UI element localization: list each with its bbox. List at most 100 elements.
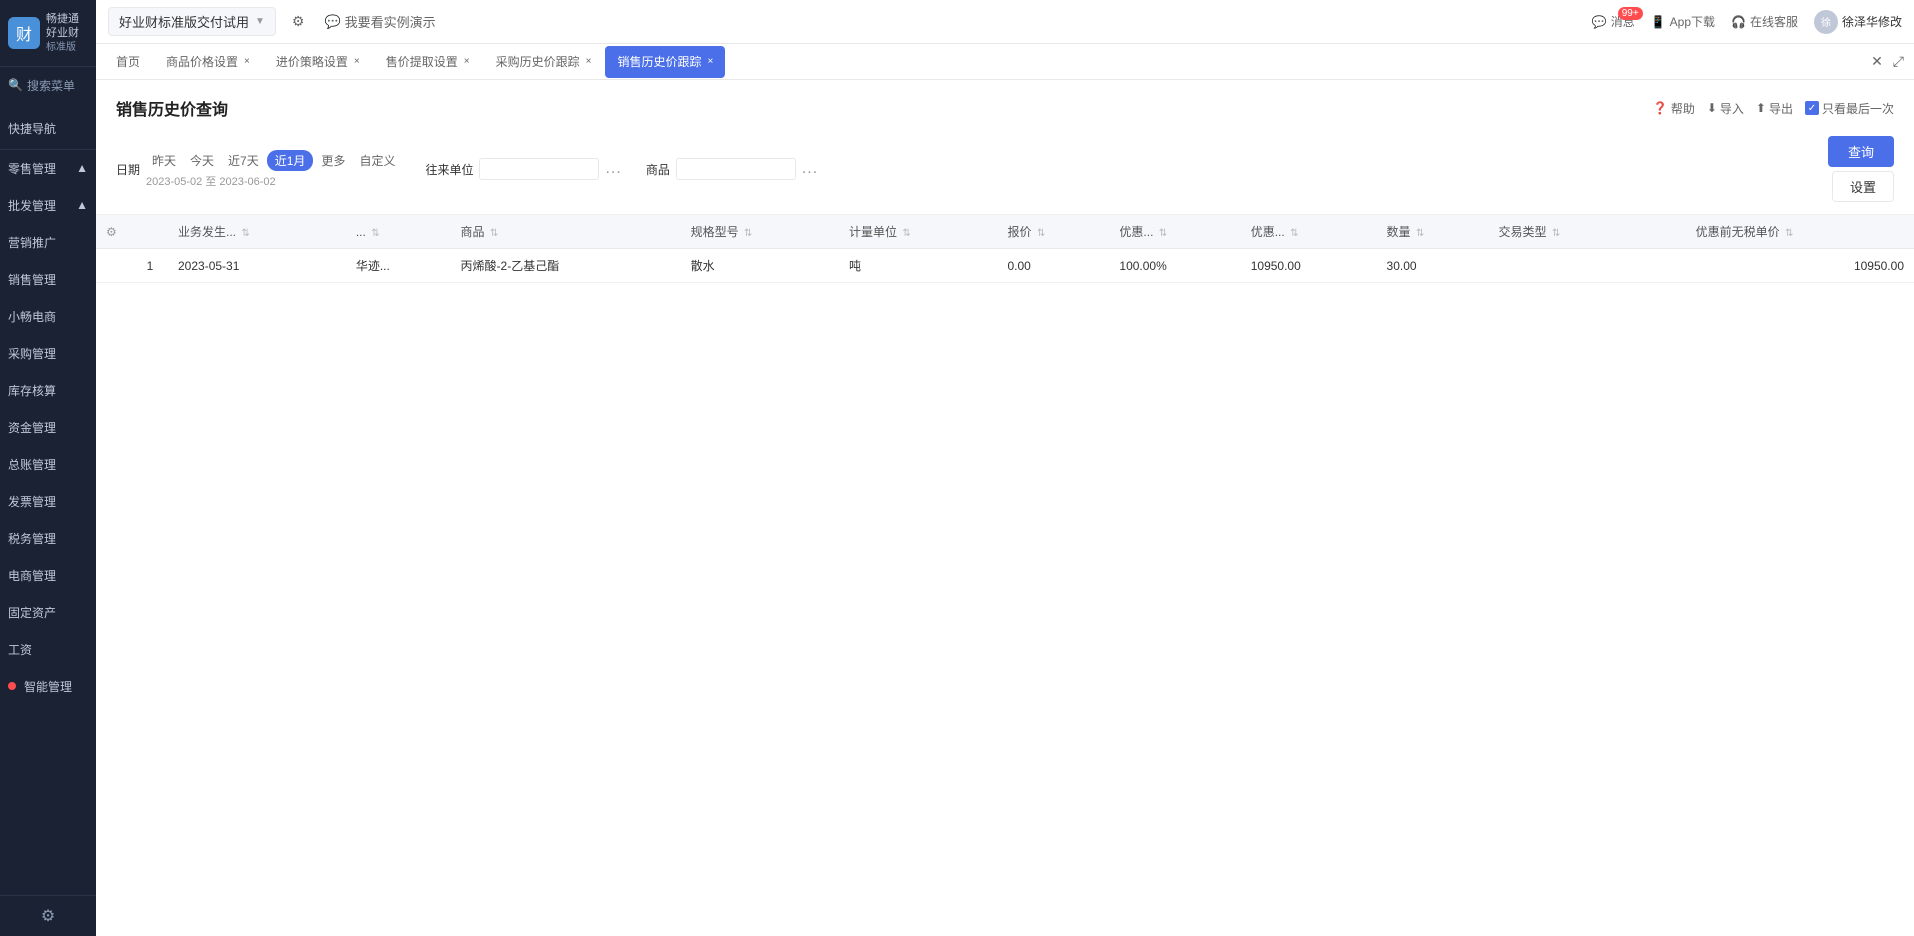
sidebar: 财 畅捷通好业财 标准版 🔍 搜索菜单 快捷导航 零售管理 ▲ 批发管理 ▲ 营…: [0, 0, 96, 936]
col-spec-sort: ⇅: [744, 228, 752, 239]
sidebar-item-smart[interactable]: 智能管理: [0, 668, 96, 705]
col-header-trade-type[interactable]: 交易类型 ⇅: [1488, 215, 1646, 249]
sidebar-search[interactable]: 🔍 搜索菜单: [0, 67, 96, 104]
col-header-pretax-price[interactable]: 优惠前无税单价 ⇅: [1686, 215, 1914, 249]
sidebar-item-ledger[interactable]: 总账管理: [0, 446, 96, 483]
sidebar-item-retail[interactable]: 零售管理 ▲: [0, 150, 96, 187]
col-goods-label: 商品: [461, 225, 485, 239]
tab-sale-extract[interactable]: 售价提取设置 ×: [374, 46, 482, 78]
date-option-more[interactable]: 更多: [315, 150, 351, 171]
export-icon: ⬆: [1756, 101, 1766, 115]
col-trade-type-sort: ⇅: [1552, 228, 1560, 239]
row-num: 1: [147, 259, 154, 273]
col-trade-type-label: 交易类型: [1498, 225, 1546, 239]
col-header-spec[interactable]: 规格型号 ⇅: [681, 215, 839, 249]
online-service-button[interactable]: 🎧 在线客服: [1731, 13, 1798, 30]
sidebar-item-sales[interactable]: 销售管理: [0, 261, 96, 298]
sidebar-item-quick-nav[interactable]: 快捷导航: [0, 110, 96, 147]
origin-unit-dots[interactable]: ...: [605, 160, 621, 178]
sidebar-item-ecommerce-small[interactable]: 小畅电商: [0, 298, 96, 335]
row-unit: 吨: [849, 259, 861, 273]
col-discount1-label: 优惠...: [1119, 225, 1153, 239]
only-last-checkbox[interactable]: ✓ 只看最后一次: [1805, 100, 1894, 117]
export-link[interactable]: ⬆ 导出: [1756, 100, 1793, 117]
topbar-gear-icon[interactable]: ⚙: [292, 13, 305, 30]
import-link[interactable]: ⬇ 导入: [1707, 100, 1744, 117]
date-label: 日期: [116, 161, 140, 178]
col-header-more[interactable]: ... ⇅: [346, 215, 451, 249]
date-option-yesterday[interactable]: 昨天: [146, 150, 182, 171]
tab-purchase-strategy-close[interactable]: ×: [354, 56, 360, 67]
col-header-num: [132, 215, 168, 249]
origin-unit-input[interactable]: [479, 158, 599, 180]
user-menu[interactable]: 徐 徐泽华修改: [1814, 10, 1902, 34]
tab-price-setting-close[interactable]: ×: [244, 56, 250, 67]
tab-purchase-strategy-label: 进价策略设置: [276, 53, 348, 70]
sidebar-item-purchase[interactable]: 采购管理: [0, 335, 96, 372]
app-download-button[interactable]: 📱 App下载: [1651, 13, 1715, 30]
col-header-unit[interactable]: 计量单位 ⇅: [839, 215, 997, 249]
version-selector[interactable]: 好业财标准版交付试用 ▼: [108, 7, 276, 36]
col-header-spacer: [1647, 215, 1686, 249]
col-header-gear[interactable]: ⚙: [96, 215, 132, 249]
date-option-today[interactable]: 今天: [184, 150, 220, 171]
tab-purchase-history[interactable]: 采购历史价跟踪 ×: [484, 46, 604, 78]
logo-text: 畅捷通好业财 标准版: [46, 12, 88, 54]
setting-button[interactable]: 设置: [1832, 171, 1894, 202]
marketing-label: 营销推广: [8, 234, 56, 251]
date-option-custom[interactable]: 自定义: [353, 150, 401, 171]
sidebar-item-fixed-assets[interactable]: 固定资产: [0, 594, 96, 631]
page-content: 销售历史价查询 ❓ 帮助 ⬇ 导入 ⬆ 导出 ✓ 只看最后一次: [96, 80, 1914, 936]
tab-purchase-history-close[interactable]: ×: [586, 56, 592, 67]
date-options-group: 昨天 今天 近7天 近1月 更多 自定义 2023-05-02 至 2023-0…: [146, 150, 401, 189]
col-header-quantity[interactable]: 数量 ⇅: [1377, 215, 1489, 249]
app-label: App下载: [1670, 13, 1715, 30]
purchase-label: 采购管理: [8, 345, 56, 362]
goods-input[interactable]: [676, 158, 796, 180]
col-gear-icon[interactable]: ⚙: [106, 225, 117, 239]
sidebar-item-wholesale[interactable]: 批发管理 ▲: [0, 187, 96, 224]
col-header-goods[interactable]: 商品 ⇅: [451, 215, 681, 249]
help-icon: ❓: [1653, 101, 1668, 115]
col-header-biz-date[interactable]: 业务发生... ⇅: [168, 215, 346, 249]
sidebar-item-marketing[interactable]: 营销推广: [0, 224, 96, 261]
tab-home[interactable]: 首页: [104, 46, 152, 78]
sidebar-item-salary[interactable]: 工资: [0, 631, 96, 668]
row-discount1: 100.00%: [1119, 259, 1166, 273]
action-buttons: 查询 设置: [1828, 136, 1894, 202]
col-discount2-label: 优惠...: [1251, 225, 1285, 239]
query-button[interactable]: 查询: [1828, 136, 1894, 167]
cell-quantity: 30.00: [1377, 249, 1489, 283]
sidebar-item-finance[interactable]: 资金管理: [0, 409, 96, 446]
content-header: 销售历史价查询 ❓ 帮助 ⬇ 导入 ⬆ 导出 ✓ 只看最后一次: [96, 80, 1914, 128]
col-header-price[interactable]: 报价 ⇅: [997, 215, 1109, 249]
sidebar-item-tax[interactable]: 税务管理: [0, 520, 96, 557]
goods-dots[interactable]: ...: [802, 160, 818, 178]
settings-gear-icon[interactable]: ⚙: [41, 906, 55, 926]
sidebar-item-invoice[interactable]: 发票管理: [0, 483, 96, 520]
message-button[interactable]: 💬 消息 99+: [1592, 13, 1635, 30]
row-biz-date: 2023-05-31: [178, 259, 239, 273]
col-pretax-price-sort: ⇅: [1785, 228, 1793, 239]
tab-close-all-button[interactable]: ✕: [1869, 51, 1885, 72]
page-title: 销售历史价查询: [116, 96, 228, 120]
cell-pretax-price: 10950.00: [1686, 249, 1914, 283]
tab-expand-button[interactable]: ⤢: [1891, 51, 1906, 72]
sidebar-item-inventory[interactable]: 库存核算: [0, 372, 96, 409]
row-quantity: 30.00: [1387, 259, 1417, 273]
col-header-discount2[interactable]: 优惠... ⇅: [1241, 215, 1377, 249]
tab-sales-history-close[interactable]: ×: [707, 56, 713, 67]
demo-link[interactable]: 💬 我要看实例演示: [324, 12, 435, 31]
col-header-discount1[interactable]: 优惠... ⇅: [1109, 215, 1240, 249]
tab-price-setting[interactable]: 商品价格设置 ×: [154, 46, 262, 78]
date-option-last7[interactable]: 近7天: [222, 150, 265, 171]
tab-sales-history[interactable]: 销售历史价跟踪 ×: [605, 46, 725, 78]
date-option-last1month[interactable]: 近1月: [267, 150, 314, 171]
sidebar-item-ecommerce[interactable]: 电商管理: [0, 557, 96, 594]
data-table-container: ⚙ 业务发生... ⇅ ... ⇅ 商品 ⇅: [96, 215, 1914, 936]
help-link[interactable]: ❓ 帮助: [1653, 100, 1695, 117]
tab-purchase-strategy[interactable]: 进价策略设置 ×: [264, 46, 372, 78]
tab-sale-extract-close[interactable]: ×: [464, 56, 470, 67]
row-more: 华迹...: [356, 259, 390, 273]
cell-more: 华迹...: [346, 249, 451, 283]
